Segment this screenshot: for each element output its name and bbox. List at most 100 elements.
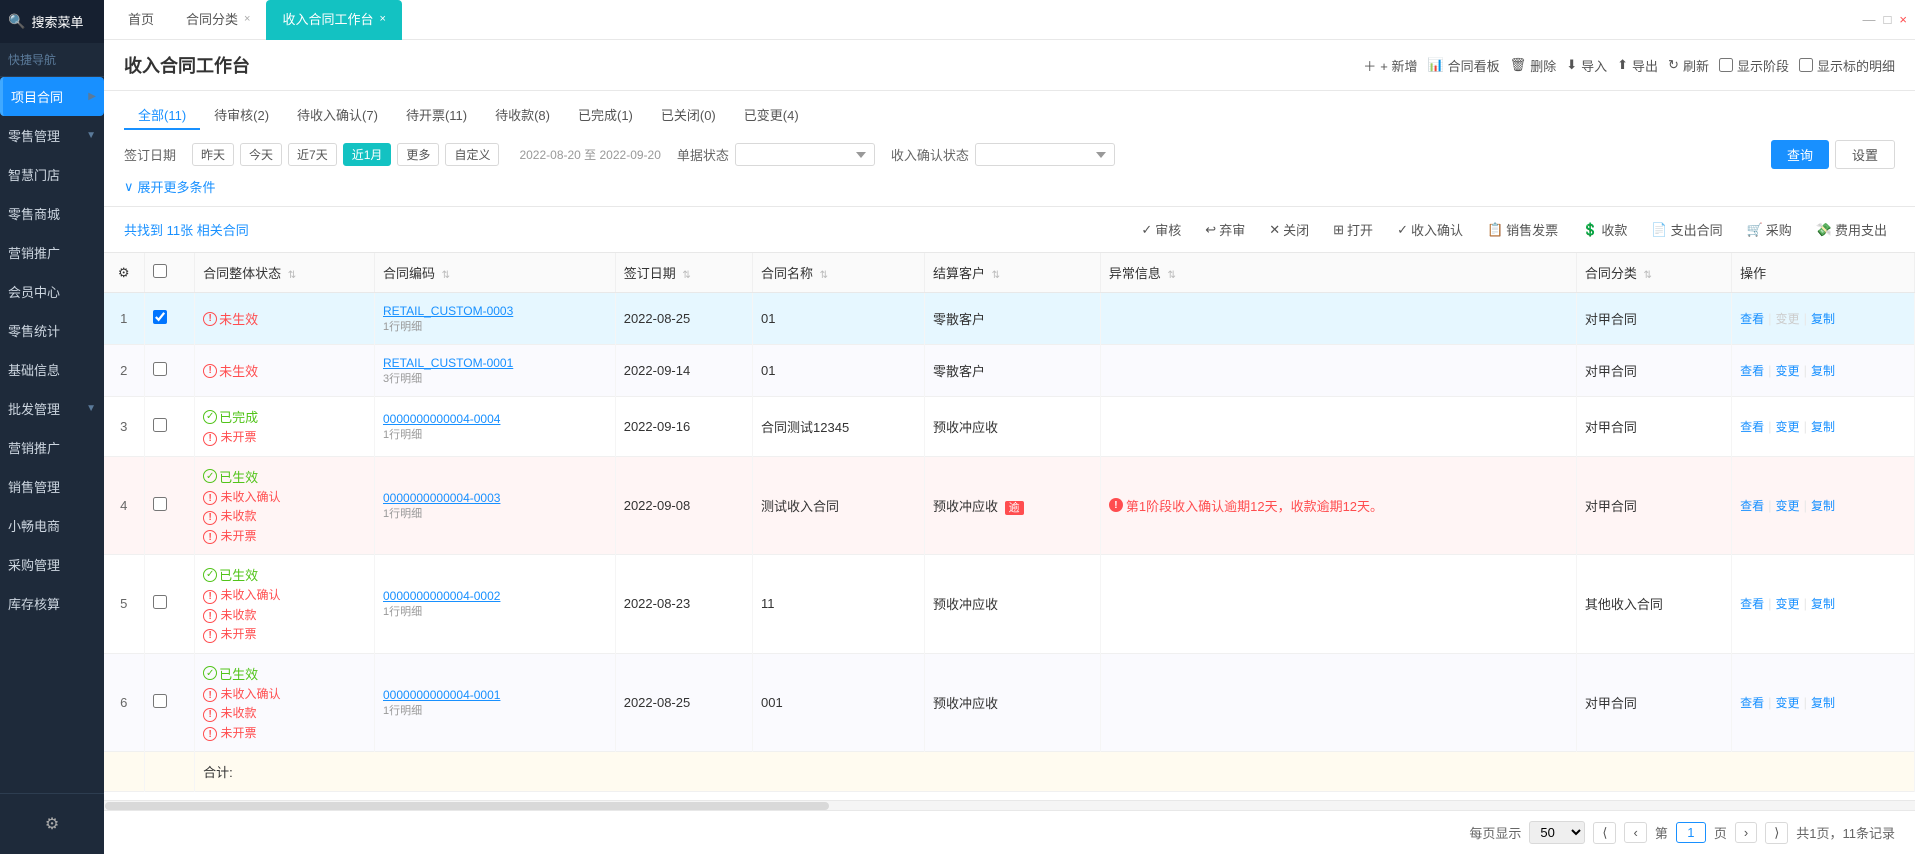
sub-tab-pending-review[interactable]: 待审核(2) [200,101,283,130]
sidebar-search[interactable]: 🔍 搜索菜单 [0,0,104,43]
sidebar-item-inventory[interactable]: 库存核算 [0,584,104,623]
action-change[interactable]: 变更 [1776,418,1800,435]
row-checkbox[interactable] [153,418,167,432]
action-view[interactable]: 查看 [1740,497,1764,514]
action-copy[interactable]: 复制 [1811,595,1835,612]
income-confirm-select[interactable] [975,143,1115,166]
sidebar-item-wholesale[interactable]: 批发管理 ▼ [0,389,104,428]
row-checkbox[interactable] [153,595,167,609]
action-change[interactable]: 变更 [1776,497,1800,514]
sub-tab-pending-invoice[interactable]: 待开票(11) [392,101,481,130]
date-btn-last1month[interactable]: 近1月 [343,143,392,166]
import-button[interactable]: ⬇ 导入 [1566,56,1607,75]
td-checkbox[interactable] [144,345,195,397]
action-collect[interactable]: 💲 收款 [1574,217,1635,242]
doc-status-select[interactable] [735,143,875,166]
first-page-button[interactable]: ⟨ [1593,822,1616,844]
contract-code-link[interactable]: 0000000000004-0001 [383,688,500,702]
delete-button[interactable]: 🗑 删除 [1510,56,1557,75]
tab-income-workbench-close[interactable]: × [379,13,385,25]
sidebar-item-marketing[interactable]: 营销推广 [0,233,104,272]
td-checkbox[interactable] [144,555,195,654]
action-view[interactable]: 查看 [1740,310,1764,327]
prev-page-button[interactable]: ‹ [1624,822,1646,843]
row-checkbox[interactable] [153,310,167,324]
refresh-button[interactable]: ↻ 刷新 [1668,56,1709,75]
th-settings[interactable]: ⚙ [104,253,144,293]
sort-icon[interactable]: ⇅ [1168,270,1176,281]
th-checkbox[interactable] [144,253,195,293]
action-copy[interactable]: 复制 [1811,362,1835,379]
action-change[interactable]: 变更 [1776,694,1800,711]
sidebar-item-project[interactable]: 项目合同 ▶ [0,77,104,116]
show-fields-checkbox[interactable] [1719,58,1733,72]
sub-tab-closed[interactable]: 已关闭(0) [647,101,730,130]
td-checkbox[interactable] [144,293,195,345]
action-change[interactable]: 变更 [1776,362,1800,379]
action-view[interactable]: 查看 [1740,418,1764,435]
filter-settings-button[interactable]: 设置 [1835,140,1895,169]
sub-tab-completed[interactable]: 已完成(1) [564,101,647,130]
sort-icon[interactable]: ⇅ [442,270,450,281]
show-fields-checkbox-item[interactable]: 显示阶段 [1719,56,1789,75]
action-income-confirm[interactable]: ✓ 收入确认 [1389,217,1471,242]
sidebar-item-xiaochang[interactable]: 小畅电商 [0,506,104,545]
sort-icon[interactable]: ⇅ [682,270,690,281]
action-copy[interactable]: 复制 [1811,310,1835,327]
tab-income-workbench[interactable]: 收入合同工作台 × [266,0,401,40]
new-button[interactable]: ＋ + 新增 [1363,56,1417,75]
show-detail-checkbox[interactable] [1799,58,1813,72]
action-sales-invoice[interactable]: 📋 销售发票 [1479,217,1566,242]
row-checkbox[interactable] [153,362,167,376]
date-btn-yesterday[interactable]: 昨天 [192,143,234,166]
sidebar-item-retail-mall[interactable]: 零售商城 [0,194,104,233]
row-checkbox[interactable] [153,694,167,708]
window-close-icon[interactable]: × [1899,12,1907,27]
contract-code-link[interactable]: 0000000000004-0003 [383,491,500,505]
expand-filter-button[interactable]: ∨ 展开更多条件 [124,177,1895,196]
action-copy[interactable]: 复制 [1811,694,1835,711]
sidebar-item-purchase[interactable]: 采购管理 [0,545,104,584]
sidebar-item-marketing2[interactable]: 营销推广 [0,428,104,467]
contract-code-link[interactable]: 0000000000004-0002 [383,589,500,603]
current-page-input[interactable]: 1 [1676,822,1706,843]
action-change[interactable]: 变更 [1776,595,1800,612]
td-checkbox[interactable] [144,456,195,555]
action-expense-contract[interactable]: 📄 支出合同 [1643,217,1730,242]
sort-icon[interactable]: ⇅ [288,270,296,281]
action-view[interactable]: 查看 [1740,595,1764,612]
date-btn-more[interactable]: 更多 [397,143,439,166]
page-size-select[interactable]: 50 10 20 100 [1529,821,1585,844]
action-review[interactable]: ✓ 审核 [1133,217,1189,242]
next-page-button[interactable]: › [1735,822,1757,843]
query-button[interactable]: 查询 [1771,140,1829,169]
contract-code-link[interactable]: RETAIL_CUSTOM-0003 [383,304,513,318]
horizontal-scrollbar[interactable] [104,800,1915,810]
action-close[interactable]: ✕ 关闭 [1261,217,1317,242]
date-btn-custom[interactable]: 自定义 [445,143,499,166]
td-checkbox[interactable] [144,397,195,457]
contract-board-button[interactable]: 📊 合同看板 [1427,56,1499,75]
sidebar-item-retail-stats[interactable]: 零售统计 [0,311,104,350]
sub-tab-pending-collection[interactable]: 待收款(8) [481,101,564,130]
sidebar-settings-button[interactable]: ⚙ [8,804,96,844]
date-btn-today[interactable]: 今天 [240,143,282,166]
sidebar-item-member[interactable]: 会员中心 [0,272,104,311]
action-open[interactable]: ⊞ 打开 [1325,217,1381,242]
sidebar-item-retail[interactable]: 零售管理 ▼ [0,116,104,155]
sidebar-item-smart-store[interactable]: 智慧门店 [0,155,104,194]
sort-icon[interactable]: ⇅ [1643,270,1651,281]
sort-icon[interactable]: ⇅ [992,270,1000,281]
td-checkbox[interactable] [144,653,195,752]
action-view[interactable]: 查看 [1740,362,1764,379]
sort-icon[interactable]: ⇅ [820,270,828,281]
select-all-checkbox[interactable] [153,264,167,278]
action-expense-out[interactable]: 💸 费用支出 [1808,217,1895,242]
action-copy[interactable]: 复制 [1811,497,1835,514]
action-purchase[interactable]: 🛒 采购 [1739,217,1800,242]
action-view[interactable]: 查看 [1740,694,1764,711]
row-checkbox[interactable] [153,497,167,511]
action-abandon[interactable]: ↩ 弃审 [1197,217,1253,242]
action-change[interactable]: 变更 [1776,310,1800,327]
export-button[interactable]: ⬆ 导出 [1617,56,1658,75]
